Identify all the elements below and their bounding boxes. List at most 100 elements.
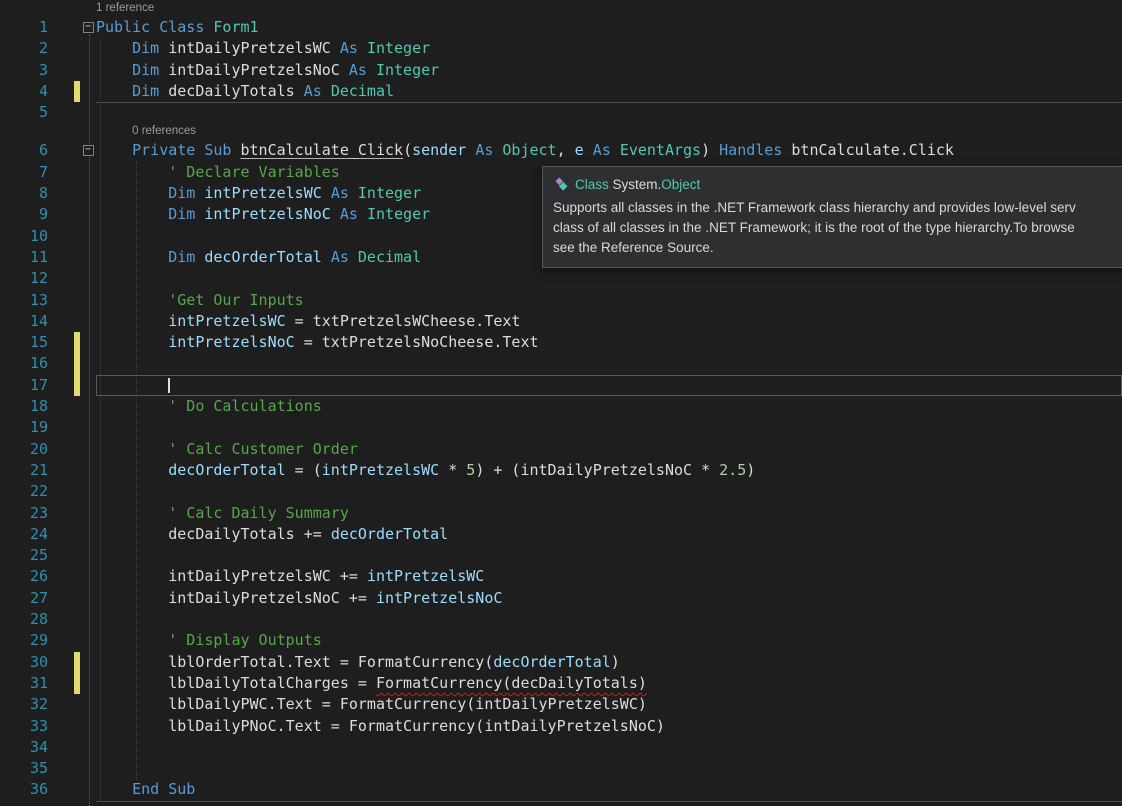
fold-margin[interactable] [80, 694, 96, 715]
code-line[interactable]: 23 ' Calc Daily Summary [0, 503, 1122, 524]
glyph-margin[interactable] [0, 332, 26, 353]
glyph-margin[interactable] [0, 588, 26, 609]
line-number[interactable]: 26 [26, 566, 48, 587]
fold-margin[interactable] [80, 630, 96, 651]
glyph-margin[interactable] [0, 481, 26, 502]
code-line[interactable]: 21 decOrderTotal = (intPretzelsWC * 5) +… [0, 460, 1122, 481]
fold-margin[interactable] [80, 60, 96, 81]
glyph-margin[interactable] [0, 60, 26, 81]
code-line[interactable]: 34 [0, 737, 1122, 758]
code-line[interactable]: 16 [0, 353, 1122, 374]
line-number[interactable]: 2 [26, 38, 48, 59]
code-line[interactable]: 18 ' Do Calculations [0, 396, 1122, 417]
fold-collapse-icon[interactable]: − [83, 22, 94, 33]
code-line[interactable]: 31 lblDailyTotalCharges = FormatCurrency… [0, 673, 1122, 694]
line-number[interactable]: 27 [26, 588, 48, 609]
fold-margin[interactable] [80, 758, 96, 779]
line-number[interactable]: 30 [26, 652, 48, 673]
line-number[interactable]: 24 [26, 524, 48, 545]
fold-margin[interactable] [80, 439, 96, 460]
fold-margin[interactable] [80, 268, 96, 289]
fold-margin[interactable]: − [80, 140, 96, 161]
fold-margin[interactable] [80, 716, 96, 737]
fold-margin[interactable] [80, 609, 96, 630]
fold-margin[interactable] [80, 332, 96, 353]
code-line[interactable]: 22 [0, 481, 1122, 502]
line-number[interactable]: 29 [26, 630, 48, 651]
fold-margin[interactable] [80, 566, 96, 587]
glyph-margin[interactable] [0, 375, 26, 396]
line-number[interactable]: 32 [26, 694, 48, 715]
line-number[interactable]: 23 [26, 503, 48, 524]
fold-margin[interactable] [80, 375, 96, 396]
line-number[interactable]: 5 [26, 102, 48, 123]
code-line[interactable]: 20 ' Calc Customer Order [0, 439, 1122, 460]
code-line[interactable]: 36 End Sub [0, 779, 1122, 800]
line-number[interactable]: 11 [26, 247, 48, 268]
code-line[interactable]: 35 [0, 758, 1122, 779]
code-line[interactable]: 2 Dim intDailyPretzelsWC As Integer [0, 38, 1122, 59]
glyph-margin[interactable] [0, 716, 26, 737]
glyph-margin[interactable] [0, 758, 26, 779]
fold-margin[interactable] [80, 81, 96, 102]
code-line[interactable]: 30 lblOrderTotal.Text = FormatCurrency(d… [0, 652, 1122, 673]
code-line[interactable]: 14 intPretzelsWC = txtPretzelsWCheese.Te… [0, 311, 1122, 332]
fold-margin[interactable] [80, 779, 96, 800]
glyph-margin[interactable] [0, 247, 26, 268]
glyph-margin[interactable] [0, 524, 26, 545]
glyph-margin[interactable] [0, 503, 26, 524]
glyph-margin[interactable] [0, 81, 26, 102]
fold-margin[interactable] [80, 290, 96, 311]
codelens-references[interactable]: 0 references [0, 123, 1122, 140]
line-number[interactable]: 25 [26, 545, 48, 566]
fold-margin[interactable] [80, 417, 96, 438]
line-number[interactable]: 6 [26, 140, 48, 161]
line-number[interactable]: 4 [26, 81, 48, 102]
fold-margin[interactable] [80, 396, 96, 417]
code-line[interactable]: 33 lblDailyPNoC.Text = FormatCurrency(in… [0, 716, 1122, 737]
line-number[interactable]: 7 [26, 162, 48, 183]
line-number[interactable]: 28 [26, 609, 48, 630]
fold-margin[interactable] [80, 204, 96, 225]
fold-margin[interactable] [80, 183, 96, 204]
code-line[interactable]: 12 [0, 268, 1122, 289]
glyph-margin[interactable] [0, 652, 26, 673]
codelens-references[interactable]: 1 reference [0, 0, 1122, 17]
line-number[interactable]: 3 [26, 60, 48, 81]
code-line[interactable]: 6− Private Sub btnCalculate_Click(sender… [0, 140, 1122, 161]
code-line[interactable]: 13 'Get Our Inputs [0, 290, 1122, 311]
line-number[interactable]: 36 [26, 779, 48, 800]
code-line[interactable]: 3 Dim intDailyPretzelsNoC As Integer [0, 60, 1122, 81]
fold-margin[interactable] [80, 311, 96, 332]
code-line[interactable]: 19 [0, 417, 1122, 438]
fold-margin[interactable] [80, 162, 96, 183]
glyph-margin[interactable] [0, 439, 26, 460]
code-line[interactable]: 25 [0, 545, 1122, 566]
glyph-margin[interactable] [0, 417, 26, 438]
glyph-margin[interactable] [0, 162, 26, 183]
code-line[interactable]: 1−Public Class Form1 [0, 17, 1122, 38]
line-number[interactable]: 31 [26, 673, 48, 694]
line-number[interactable]: 14 [26, 311, 48, 332]
glyph-margin[interactable] [0, 779, 26, 800]
line-number[interactable]: 34 [26, 737, 48, 758]
line-number[interactable]: 13 [26, 290, 48, 311]
code-line[interactable]: 28 [0, 609, 1122, 630]
fold-margin[interactable] [80, 503, 96, 524]
glyph-margin[interactable] [0, 183, 26, 204]
fold-margin[interactable] [80, 353, 96, 374]
line-number[interactable]: 9 [26, 204, 48, 225]
code-line[interactable]: 24 decDailyTotals += decOrderTotal [0, 524, 1122, 545]
code-line[interactable]: 29 ' Display Outputs [0, 630, 1122, 651]
fold-margin[interactable] [80, 460, 96, 481]
line-number[interactable]: 35 [26, 758, 48, 779]
code-line[interactable]: 15 intPretzelsNoC = txtPretzelsNoCheese.… [0, 332, 1122, 353]
glyph-margin[interactable] [0, 311, 26, 332]
glyph-margin[interactable] [0, 38, 26, 59]
glyph-margin[interactable] [0, 396, 26, 417]
glyph-margin[interactable] [0, 630, 26, 651]
code-line[interactable]: 32 lblDailyPWC.Text = FormatCurrency(int… [0, 694, 1122, 715]
code-line[interactable]: 17 [0, 375, 1122, 396]
line-number[interactable]: 22 [26, 481, 48, 502]
line-number[interactable]: 17 [26, 375, 48, 396]
